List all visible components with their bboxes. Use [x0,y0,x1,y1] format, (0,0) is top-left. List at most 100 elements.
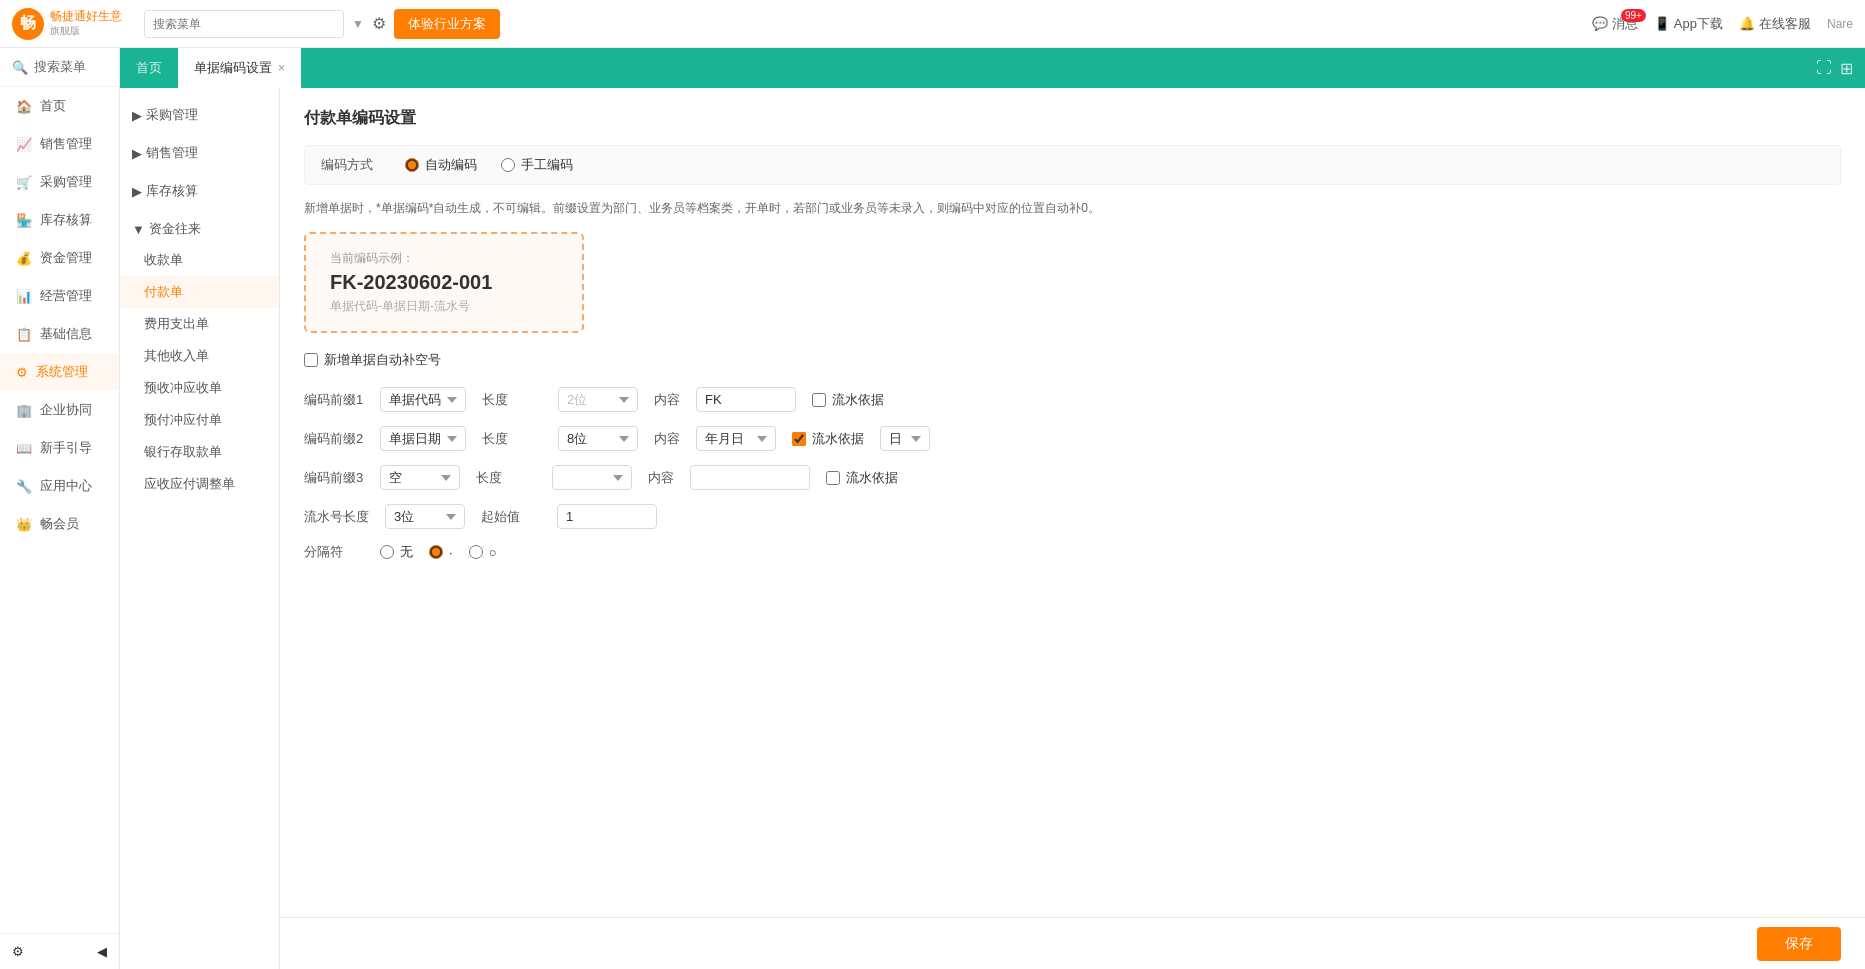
sidebar-item-operations[interactable]: 📊 经营管理 [0,277,119,315]
serial-row: 流水号长度 3位 起始值 [304,504,1841,529]
basic-icon: 📋 [16,327,32,342]
sidebar-item-basic[interactable]: 📋 基础信息 [0,315,119,353]
sec-item-bank[interactable]: 银行存取款单 [120,436,279,468]
serial-length-select[interactable]: 3位 [385,504,465,529]
separator-none-label[interactable]: 无 [380,543,413,561]
app-download-button[interactable]: 📱 App下载 [1654,15,1723,33]
stream-2-checkbox[interactable] [792,432,806,446]
logo-text: 畅捷通好生意 [50,9,122,25]
content-1-label: 内容 [654,391,680,409]
length-2-select[interactable]: 8位 [558,426,638,451]
auto-fill-row: 新增单据自动补空号 [304,351,1841,369]
sidebar-item-home[interactable]: 🏠 首页 [0,87,119,125]
separator-circle-radio[interactable] [469,545,483,559]
preview-box: 当前编码示例： FK-20230602-001 单据代码-单据日期-流水号 [304,232,584,333]
stream-3-checkbox[interactable] [826,471,840,485]
manual-coding-radio-label[interactable]: 手工编码 [501,156,573,174]
tabbar: 首页 单据编码设置 × ⛶ ⊞ [120,48,1865,88]
prefix-2-select[interactable]: 单据日期 [380,426,466,451]
search-icon: 🔍 [12,60,28,75]
chevron-right-icon3: ▶ [132,184,142,199]
sec-item-adjustment[interactable]: 应收应付调整单 [120,468,279,500]
manual-coding-radio[interactable] [501,158,515,172]
maximize-icon[interactable]: ⊞ [1840,59,1853,78]
separator-circle-label[interactable]: ○ [469,545,497,560]
home-icon: 🏠 [16,99,32,114]
sidebar-search[interactable]: 🔍 搜索菜单 [0,48,119,87]
description-text: 新增单据时，*单据编码*自动生成，不可编辑。前缀设置为部门、业务员等档案类，开单… [304,199,1841,218]
content-1-input[interactable] [696,387,796,412]
message-icon: 💬 [1592,16,1608,31]
main-content: 付款单编码设置 编码方式 自动编码 手工编码 新增单据时，*单据编码*自动生成，… [280,88,1865,969]
serial-length-label: 流水号长度 [304,508,369,526]
separator-dot-radio[interactable] [429,545,443,559]
search-input[interactable] [144,10,344,38]
expand-icon[interactable]: ⛶ [1816,59,1832,77]
sidebar-settings-icon[interactable]: ⚙ [12,944,24,959]
prefix-3-label: 编码前缀3 [304,469,364,487]
save-button[interactable]: 保存 [1757,927,1841,961]
member-icon: 👑 [16,517,32,532]
sidebar-item-sales[interactable]: 📈 销售管理 [0,125,119,163]
experience-button[interactable]: 体验行业方案 [394,9,500,39]
sec-item-payment[interactable]: 付款单 [120,276,279,308]
user-info[interactable]: Nare [1827,17,1853,31]
prefix-3-select[interactable]: 空 [380,465,460,490]
chevron-down-icon: ▼ [132,222,145,237]
auto-fill-checkbox[interactable] [304,353,318,367]
content-3-input[interactable] [690,465,810,490]
stream-1-checkbox[interactable] [812,393,826,407]
serial-start-input[interactable] [557,504,657,529]
tab-home[interactable]: 首页 [120,48,178,88]
settings-icon[interactable]: ⚙ [372,14,386,33]
stream-unit-select[interactable]: 日 [880,426,930,451]
sec-group-sales-header[interactable]: ▶ 销售管理 [120,138,279,168]
sidebar-item-inventory[interactable]: 🏪 库存核算 [0,201,119,239]
preview-code: FK-20230602-001 [330,271,558,294]
chevron-right-icon: ▶ [132,108,142,123]
auto-coding-radio-label[interactable]: 自动编码 [405,156,477,174]
logo-icon: 畅 [12,8,44,40]
sec-item-other-income[interactable]: 其他收入单 [120,340,279,372]
sidebar-collapse-icon[interactable]: ◀ [97,944,107,959]
coding-mode-label: 编码方式 [321,156,381,174]
online-service-button[interactable]: 🔔 在线客服 [1739,15,1811,33]
logo-sub: 旗舰版 [50,24,122,38]
secondary-sidebar: ▶ 采购管理 ▶ 销售管理 ▶ 库存核算 ▼ 资金往来 收款单 付款单 费用支出… [120,88,280,969]
sidebar-item-guide[interactable]: 📖 新手引导 [0,429,119,467]
separator-dot-label[interactable]: · [429,545,453,560]
auto-fill-label: 新增单据自动补空号 [324,351,441,369]
tab-coding-settings[interactable]: 单据编码设置 × [178,48,301,88]
content-2-select[interactable]: 年月日 [696,426,776,451]
coding-mode-row: 编码方式 自动编码 手工编码 [304,145,1841,185]
guide-icon: 📖 [16,441,32,456]
sidebar-item-enterprise[interactable]: 🏢 企业协同 [0,391,119,429]
tab-close-icon[interactable]: × [278,61,285,75]
messages-button[interactable]: 💬 消息 99+ [1592,15,1638,33]
stream-1-label: 流水依据 [832,391,884,409]
separator-none-radio[interactable] [380,545,394,559]
dropdown-arrow-icon[interactable]: ▼ [352,17,364,31]
sec-item-expense[interactable]: 费用支出单 [120,308,279,340]
sidebar-item-finance[interactable]: 💰 资金管理 [0,239,119,277]
sidebar-bottom: ⚙ ◀ [0,933,119,969]
sales-icon: 📈 [16,137,32,152]
download-icon: 📱 [1654,16,1670,31]
auto-coding-radio[interactable] [405,158,419,172]
sidebar-item-purchase[interactable]: 🛒 采购管理 [0,163,119,201]
length-1-select[interactable]: 2位 [558,387,638,412]
sidebar-item-apps[interactable]: 🔧 应用中心 [0,467,119,505]
sec-item-prepaid-payable[interactable]: 预付冲应付单 [120,404,279,436]
serial-start-label: 起始值 [481,508,541,526]
sec-item-prepaid-receivable[interactable]: 预收冲应收单 [120,372,279,404]
sec-item-receipt[interactable]: 收款单 [120,244,279,276]
prefix-1-select[interactable]: 单据代码 [380,387,466,412]
sidebar-item-member[interactable]: 👑 畅会员 [0,505,119,543]
sec-group-purchase-header[interactable]: ▶ 采购管理 [120,100,279,130]
sidebar-item-system[interactable]: ⚙ 系统管理 [0,353,119,391]
prefix-row-3: 编码前缀3 空 长度 内容 流水依据 [304,465,1841,490]
service-icon: 🔔 [1739,16,1755,31]
length-3-select[interactable] [552,465,632,490]
sec-group-inventory-header[interactable]: ▶ 库存核算 [120,176,279,206]
sec-group-capital-header[interactable]: ▼ 资金往来 [120,214,279,244]
